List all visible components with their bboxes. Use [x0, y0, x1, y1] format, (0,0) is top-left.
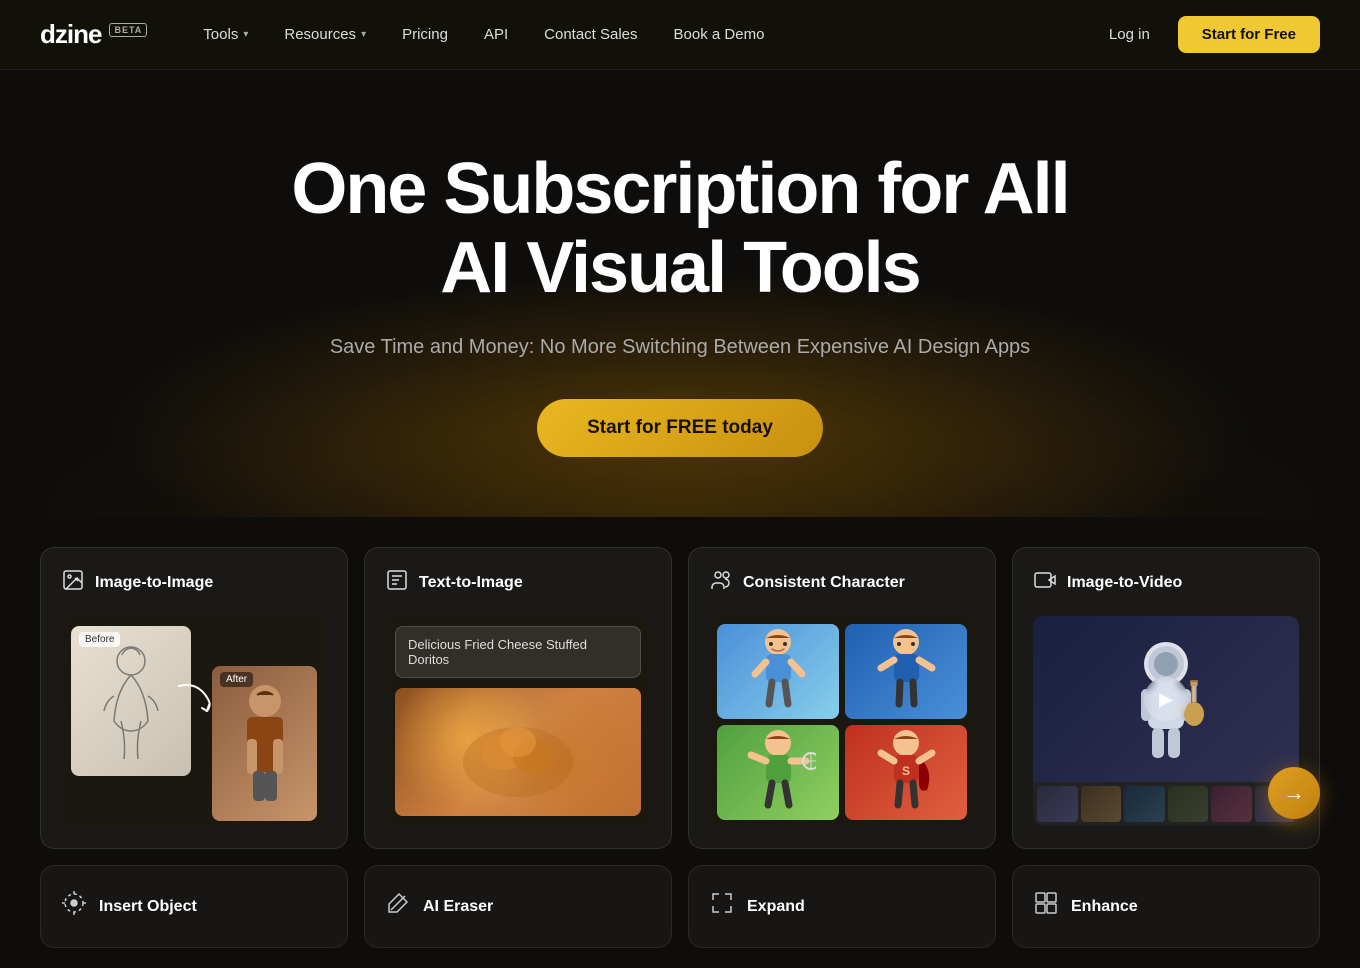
video-thumb — [1211, 786, 1252, 822]
logo[interactable]: dzine BETA — [40, 19, 147, 50]
card-header: Consistent Character — [709, 568, 975, 598]
cards-grid: Image-to-Image Before — [40, 547, 1320, 849]
card-body: ▶ — [1033, 616, 1299, 826]
nav-tools[interactable]: Tools ▾ — [187, 18, 264, 51]
logo-text: dzine — [40, 19, 101, 50]
character-cell-3 — [717, 725, 839, 820]
video-timeline — [1033, 782, 1299, 826]
video-thumb — [1124, 786, 1165, 822]
cards-section: Image-to-Image Before — [0, 517, 1360, 968]
card-insert-object[interactable]: Insert Object — [40, 865, 348, 948]
card-title: Consistent Character — [743, 574, 905, 592]
card-header: Text-to-Image — [385, 568, 651, 598]
start-free-button[interactable]: Start for Free — [1178, 16, 1320, 53]
hero-section: One Subscription for All AI Visual Tools… — [0, 70, 1360, 517]
card-enhance[interactable]: Enhance — [1012, 865, 1320, 948]
consistent-character-icon — [709, 568, 733, 598]
character-cell-4: S — [845, 725, 967, 820]
card-ai-eraser[interactable]: AI Eraser — [364, 865, 672, 948]
scroll-next-button[interactable]: → — [1268, 767, 1320, 819]
svg-text:S: S — [902, 764, 910, 778]
navbar: dzine BETA Tools ▾ Resources ▾ Pricing A… — [0, 0, 1360, 70]
card-bottom-title: AI Eraser — [423, 898, 493, 916]
card-body: S — [709, 616, 975, 828]
text-to-image-icon — [385, 568, 409, 598]
txt2img-result — [395, 688, 641, 816]
video-thumb — [1037, 786, 1078, 822]
card-title: Image-to-Video — [1067, 574, 1182, 592]
card-header: Image-to-Video — [1033, 568, 1299, 598]
video-thumb — [1168, 786, 1209, 822]
card-header: Image-to-Image — [61, 568, 327, 598]
hero-cta-button[interactable]: Start for FREE today — [537, 399, 823, 457]
img2img-preview: Before — [61, 616, 327, 826]
nav-api[interactable]: API — [468, 18, 524, 51]
card-body: Before — [61, 616, 327, 826]
beta-badge: BETA — [109, 23, 147, 37]
expand-icon — [709, 890, 735, 923]
character-cell-2 — [845, 624, 967, 719]
login-button[interactable]: Log in — [1097, 18, 1162, 51]
txt2img-prompt: Delicious Fried Cheese Stuffed Doritos — [395, 626, 641, 678]
character-cell-1 — [717, 624, 839, 719]
nav-resources[interactable]: Resources ▾ — [268, 18, 382, 51]
nav-book-demo[interactable]: Book a Demo — [658, 18, 781, 51]
card-title: Image-to-Image — [95, 574, 213, 592]
card-bottom-title: Expand — [747, 898, 805, 916]
nav-left: dzine BETA Tools ▾ Resources ▾ Pricing A… — [40, 18, 780, 51]
video-main: ▶ — [1033, 616, 1299, 782]
image-to-video-icon — [1033, 568, 1057, 598]
nav-contact-sales[interactable]: Contact Sales — [528, 18, 653, 51]
card-text-to-image[interactable]: Text-to-Image Delicious Fried Cheese Stu… — [364, 547, 672, 849]
card-consistent-character[interactable]: Consistent Character — [688, 547, 996, 849]
enhance-icon — [1033, 890, 1059, 923]
ai-eraser-icon — [385, 890, 411, 923]
nav-links: Tools ▾ Resources ▾ Pricing API Contact … — [187, 18, 780, 51]
after-label: After — [220, 672, 253, 687]
card-expand[interactable]: Expand — [688, 865, 996, 948]
nav-right: Log in Start for Free — [1097, 16, 1320, 53]
chevron-down-icon: ▾ — [361, 29, 366, 40]
nav-pricing[interactable]: Pricing — [386, 18, 464, 51]
card-title: Text-to-Image — [419, 574, 523, 592]
card-image-to-image[interactable]: Image-to-Image Before — [40, 547, 348, 849]
card-bottom-title: Insert Object — [99, 898, 197, 916]
hero-subtitle: Save Time and Money: No More Switching B… — [40, 336, 1320, 359]
hero-title: One Subscription for All AI Visual Tools — [40, 150, 1320, 308]
after-image: After — [212, 666, 317, 821]
card-bottom-title: Enhance — [1071, 898, 1138, 916]
card-body: Delicious Fried Cheese Stuffed Doritos — [385, 616, 651, 826]
insert-object-icon — [61, 890, 87, 923]
bottom-cards-grid: Insert Object AI Eraser Expand — [40, 865, 1320, 948]
chevron-down-icon: ▾ — [243, 29, 248, 40]
image-to-image-icon — [61, 568, 85, 598]
video-thumb — [1081, 786, 1122, 822]
